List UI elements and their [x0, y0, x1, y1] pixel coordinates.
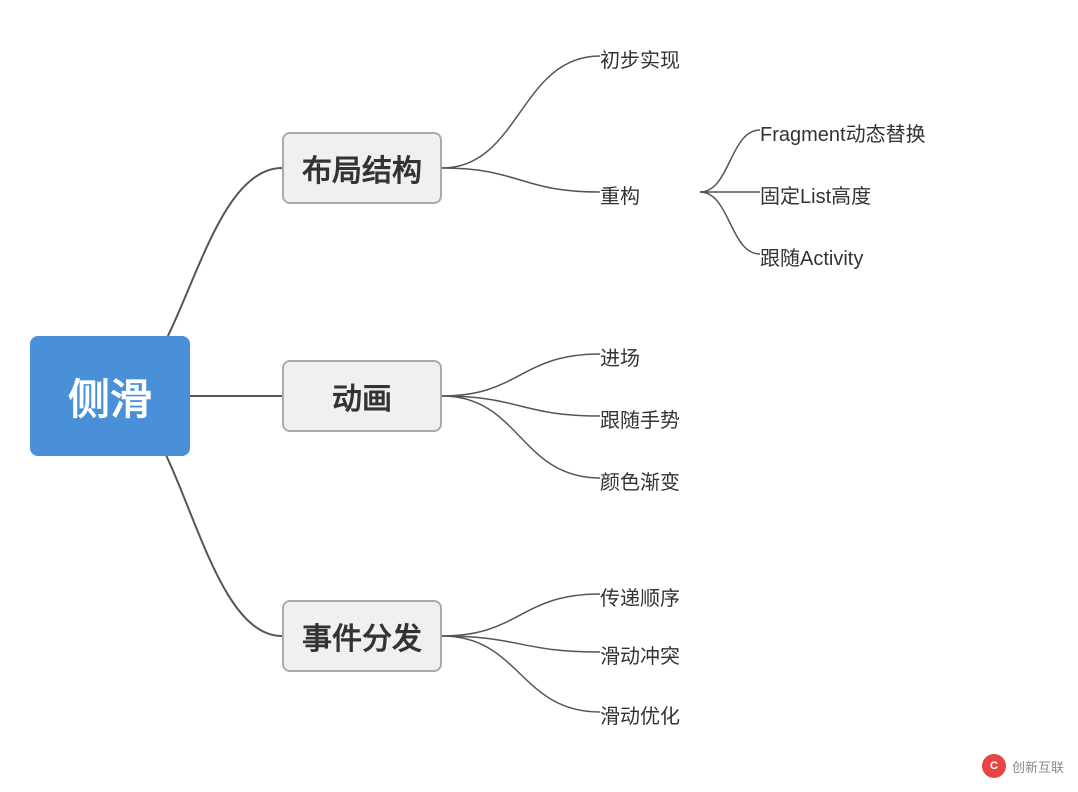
leaf-jinchang-label: 进场 [600, 342, 640, 371]
category-events-label: 事件分发 [302, 614, 422, 658]
leaf-chonggou: 重构 [600, 180, 640, 209]
leaf-gensui-activity: 跟随Activity [760, 242, 863, 271]
leaf-fragment: Fragment动态替换 [760, 118, 926, 147]
leaf-gensui-shouji-label: 跟随手势 [600, 404, 680, 433]
leaf-chubu: 初步实现 [600, 44, 680, 73]
watermark: C 创新互联 [982, 754, 1064, 778]
mind-map: 侧滑 布局结构 动画 事件分发 初步实现 重构 Fragment动态替换 固定L… [0, 0, 1078, 792]
leaf-yanse-label: 颜色渐变 [600, 466, 680, 495]
leaf-huadong-chongtu-label: 滑动冲突 [600, 640, 680, 669]
leaf-gudinglist-label: 固定List高度 [760, 180, 871, 209]
leaf-yanse: 颜色渐变 [600, 466, 680, 495]
watermark-icon-text: C [990, 760, 998, 772]
category-animation: 动画 [282, 360, 442, 432]
watermark-icon: C [982, 754, 1006, 778]
leaf-chubu-label: 初步实现 [600, 44, 680, 73]
leaf-huadong-youhua-label: 滑动优化 [600, 700, 680, 729]
leaf-huadong-chongtu: 滑动冲突 [600, 640, 680, 669]
root-label: 侧滑 [68, 366, 152, 427]
leaf-gudinglist: 固定List高度 [760, 180, 871, 209]
leaf-jinchang: 进场 [600, 342, 640, 371]
root-node: 侧滑 [30, 336, 190, 456]
watermark-text: 创新互联 [1012, 757, 1064, 776]
leaf-huadong-youhua: 滑动优化 [600, 700, 680, 729]
leaf-gensui-activity-label: 跟随Activity [760, 242, 863, 271]
category-animation-label: 动画 [332, 374, 392, 418]
category-layout-label: 布局结构 [302, 146, 422, 190]
leaf-chuandi-label: 传递顺序 [600, 582, 680, 611]
category-layout: 布局结构 [282, 132, 442, 204]
category-events: 事件分发 [282, 600, 442, 672]
leaf-gensui-shouji: 跟随手势 [600, 404, 680, 433]
leaf-chonggou-label: 重构 [600, 180, 640, 209]
leaf-fragment-label: Fragment动态替换 [760, 118, 926, 147]
leaf-chuandi: 传递顺序 [600, 582, 680, 611]
